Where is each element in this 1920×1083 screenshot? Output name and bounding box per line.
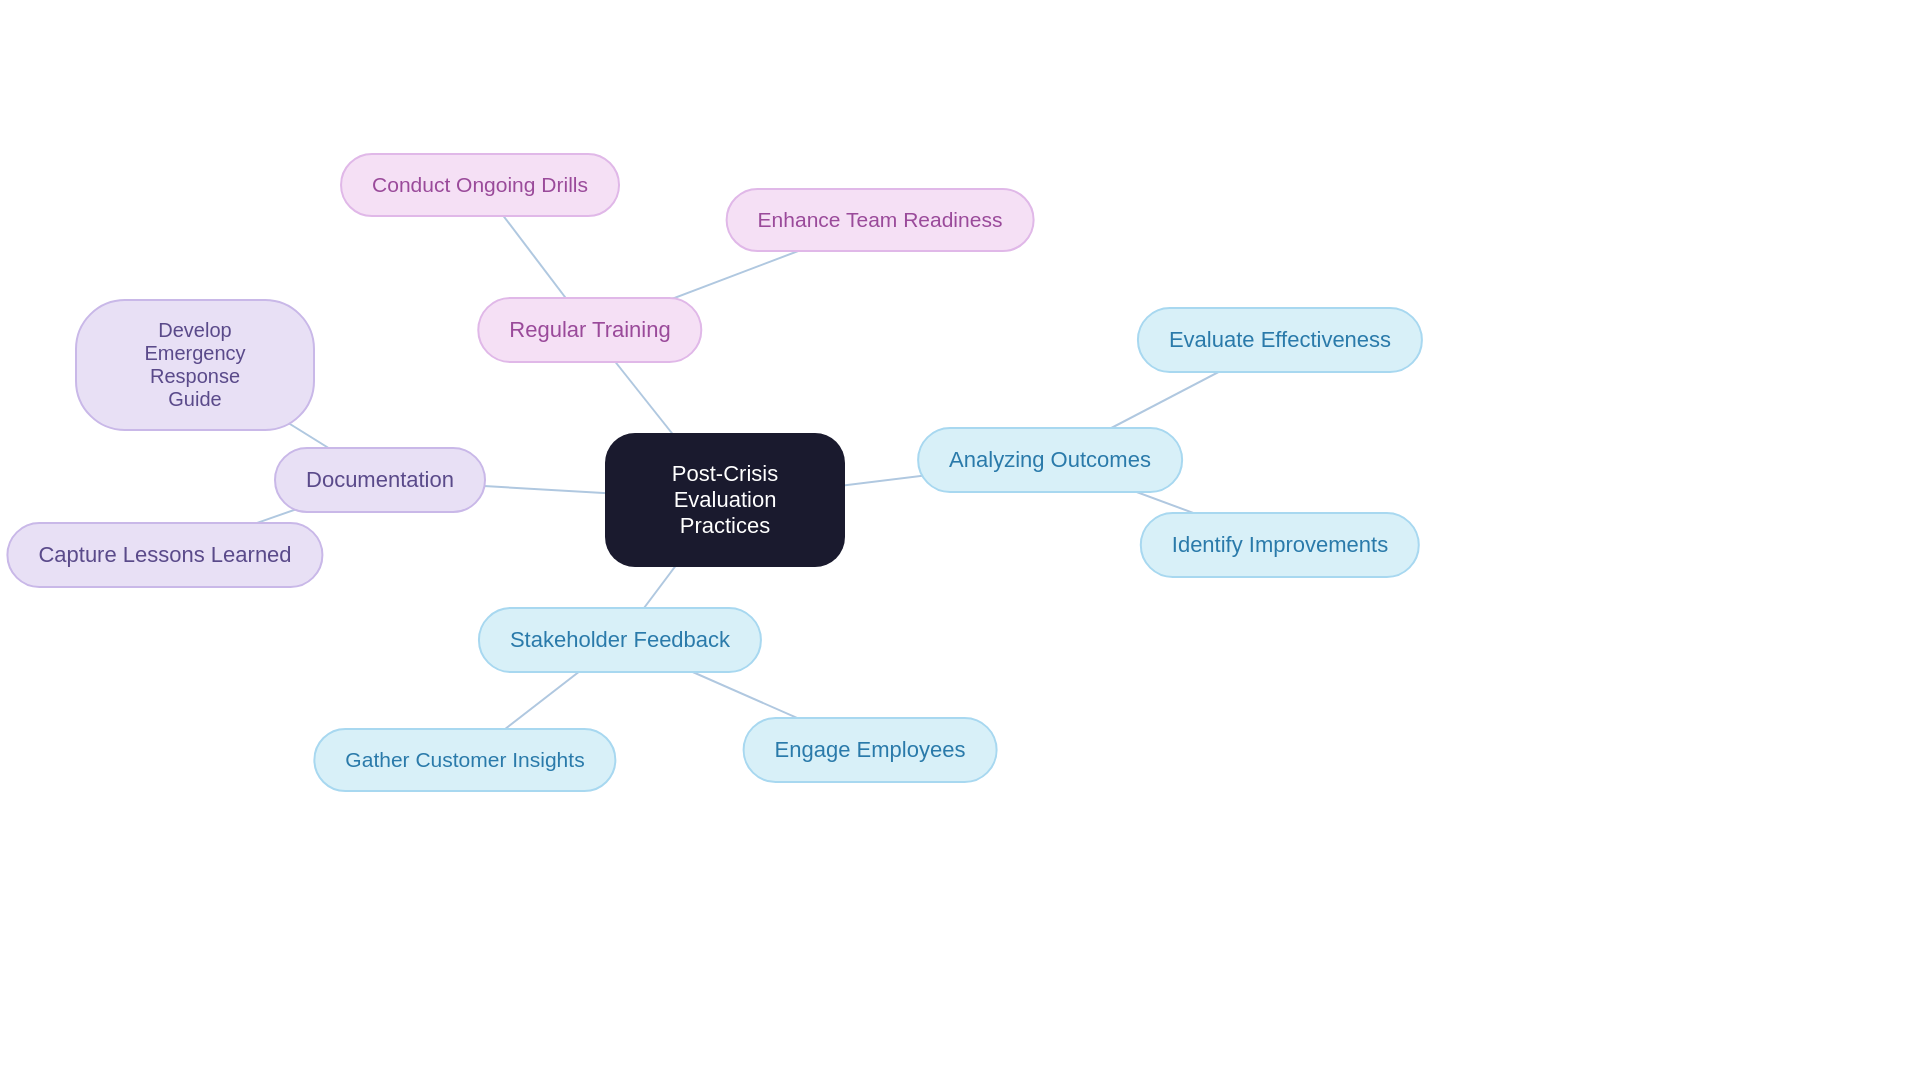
capture-lessons-node[interactable]: Capture Lessons Learned (6, 522, 323, 588)
enhance-readiness-node[interactable]: Enhance Team Readiness (726, 188, 1035, 252)
engage-employees-node[interactable]: Engage Employees (743, 717, 998, 783)
gather-insights-node[interactable]: Gather Customer Insights (313, 728, 616, 792)
mindmap-canvas: Post-Crisis Evaluation Practices Regular … (0, 0, 1920, 1083)
stakeholder-feedback-node[interactable]: Stakeholder Feedback (478, 607, 762, 673)
center-node[interactable]: Post-Crisis Evaluation Practices (605, 433, 845, 567)
identify-improvements-node[interactable]: Identify Improvements (1140, 512, 1420, 578)
regular-training-node[interactable]: Regular Training (477, 297, 702, 363)
documentation-node[interactable]: Documentation (274, 447, 486, 513)
develop-guide-node[interactable]: Develop Emergency Response Guide (75, 299, 315, 431)
evaluate-effectiveness-node[interactable]: Evaluate Effectiveness (1137, 307, 1423, 373)
analyzing-outcomes-node[interactable]: Analyzing Outcomes (917, 427, 1183, 493)
conduct-drills-node[interactable]: Conduct Ongoing Drills (340, 153, 620, 217)
